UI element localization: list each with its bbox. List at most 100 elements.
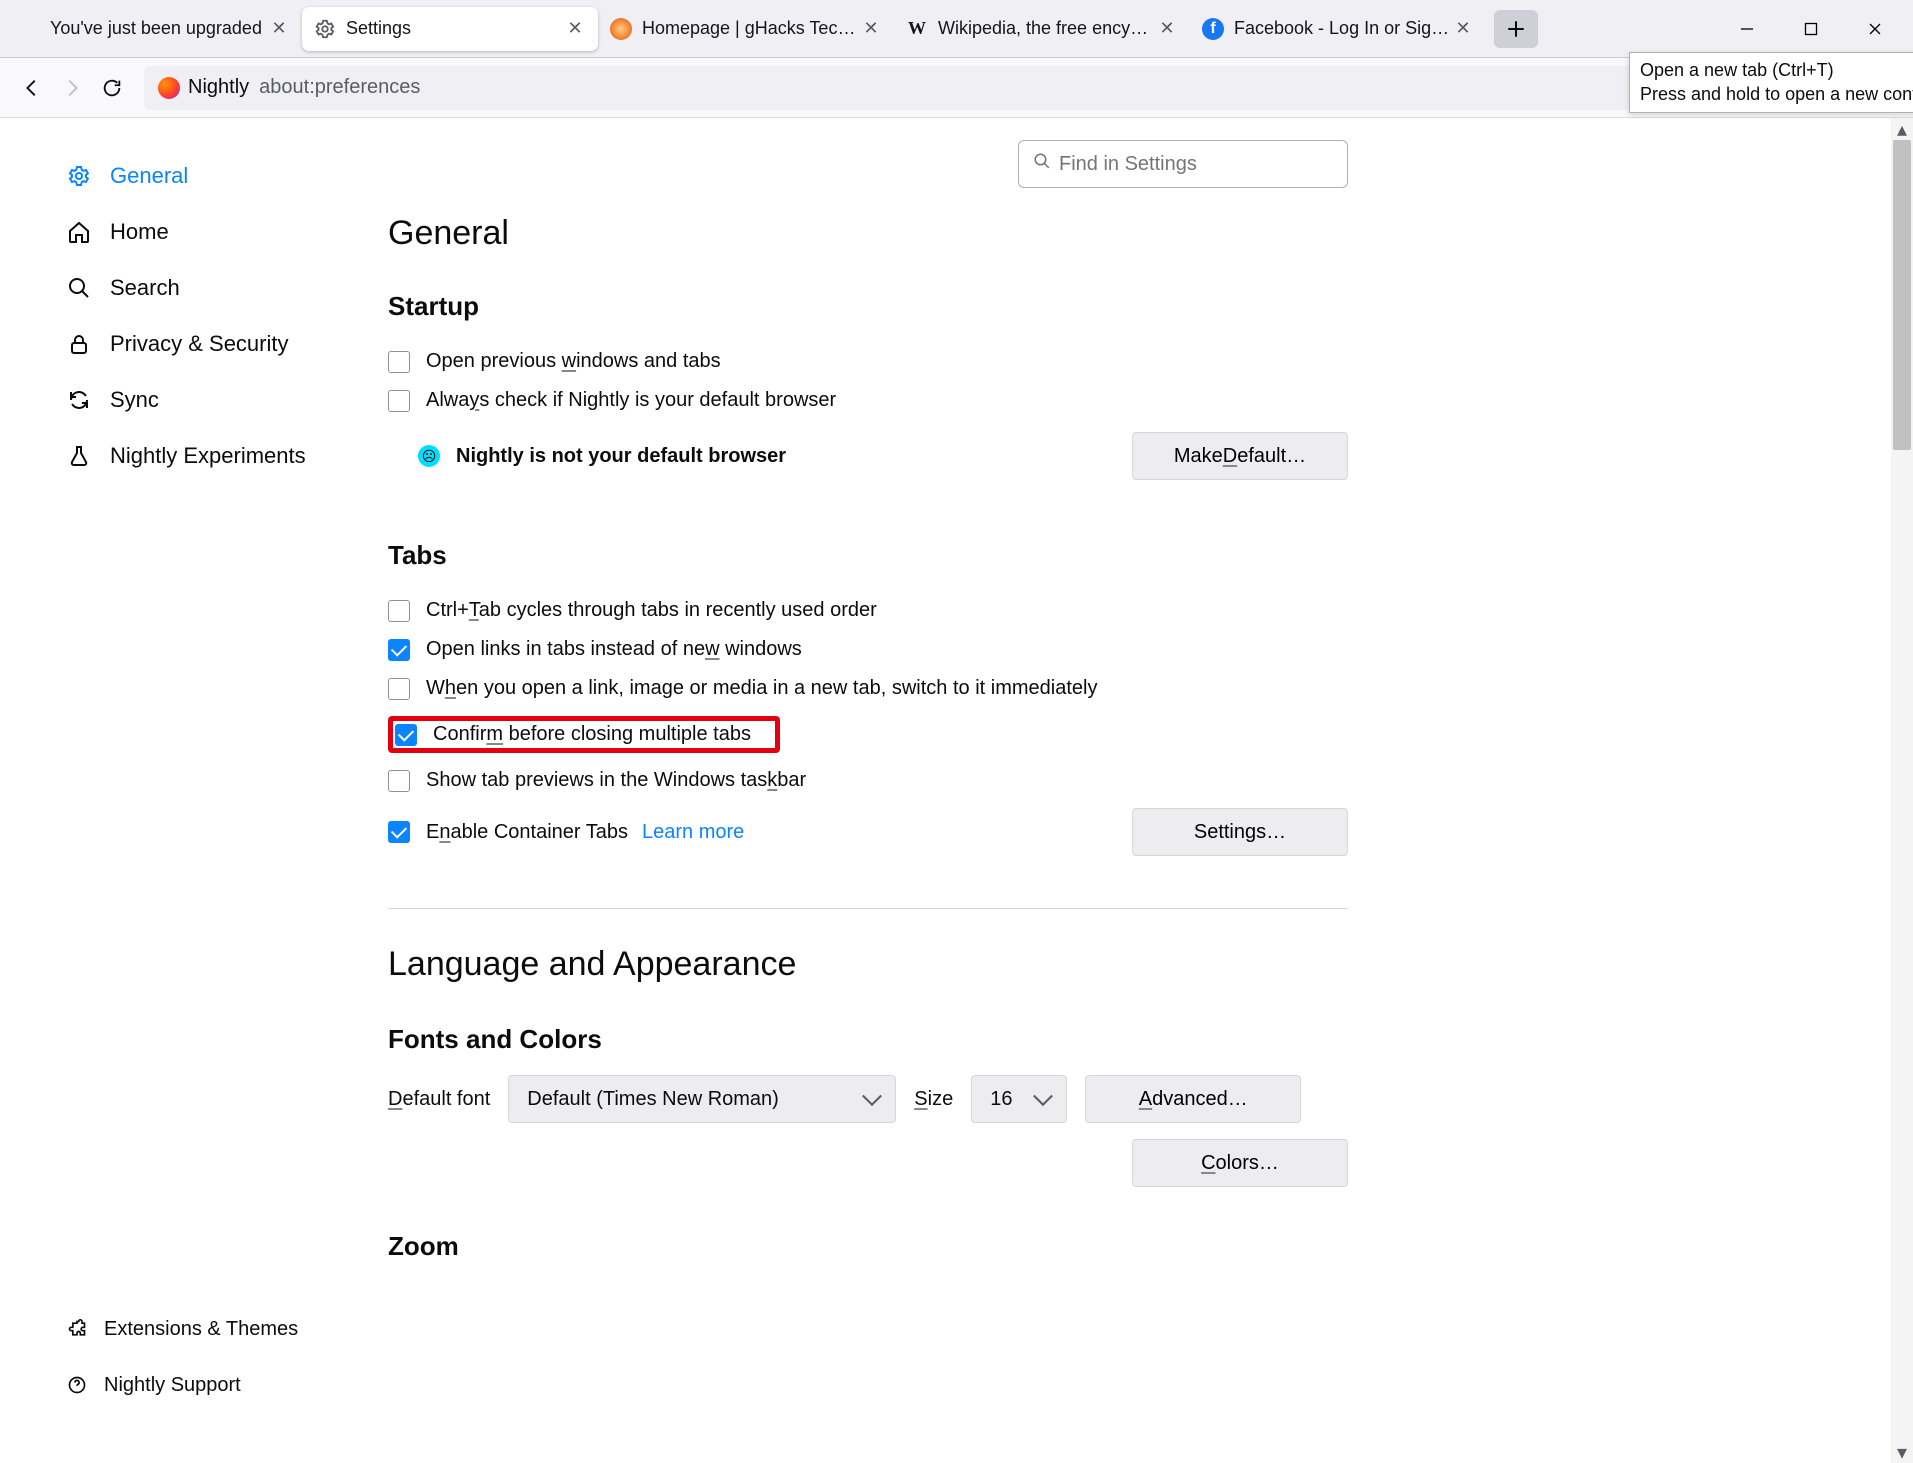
wikipedia-icon: W <box>906 18 928 40</box>
puzzle-icon <box>66 1318 88 1340</box>
close-icon[interactable]: ✕ <box>564 18 586 40</box>
default-font-label: Default font <box>388 1088 490 1111</box>
browser-toolbar: Nightly <box>0 58 1913 118</box>
gear-icon <box>314 18 336 40</box>
scroll-up-arrow[interactable]: ▴ <box>1891 118 1913 140</box>
close-icon[interactable]: ✕ <box>860 18 882 40</box>
sidebar-item-general[interactable]: General <box>56 148 332 204</box>
scroll-thumb[interactable] <box>1893 140 1911 450</box>
sidebar-item-label: Extensions & Themes <box>104 1318 298 1341</box>
checkbox-label[interactable]: Ctrl+Tab cycles through tabs in recently… <box>426 599 877 622</box>
ghacks-icon <box>610 18 632 40</box>
sidebar-item-home[interactable]: Home <box>56 204 332 260</box>
page-title: General <box>388 214 1348 253</box>
colors-button[interactable]: Colors… <box>1132 1139 1348 1187</box>
sidebar-item-search[interactable]: Search <box>56 260 332 316</box>
checkbox-ctrl-tab[interactable] <box>388 600 410 622</box>
close-icon[interactable]: ✕ <box>1452 18 1474 40</box>
checkbox-label[interactable]: Enable Container Tabs <box>426 821 628 844</box>
highlighted-setting: Confirm before closing multiple tabs <box>388 716 780 753</box>
learn-more-link[interactable]: Learn more <box>642 821 744 844</box>
gear-icon <box>66 163 92 189</box>
tab-label: Wikipedia, the free encyclop… <box>938 18 1156 39</box>
tab-upgraded[interactable]: You've just been upgraded ✕ <box>6 7 302 51</box>
size-label: Size <box>914 1088 953 1111</box>
tabs-section: Tabs Ctrl+Tab cycles through tabs in rec… <box>388 540 1348 864</box>
divider <box>388 908 1348 909</box>
checkbox-confirm-close[interactable] <box>395 724 417 746</box>
make-default-button[interactable]: Make Default… <box>1132 432 1348 480</box>
startup-section: Startup Open previous windows and tabs A… <box>388 291 1348 480</box>
url-bar[interactable]: Nightly <box>144 66 1889 110</box>
sidebar-item-privacy[interactable]: Privacy & Security <box>56 316 332 372</box>
help-icon <box>66 1374 88 1396</box>
checkbox-label[interactable]: Open links in tabs instead of new window… <box>426 638 802 661</box>
new-tab-tooltip: Open a new tab (Ctrl+T) Press and hold t… <box>1629 52 1913 113</box>
zoom-heading: Zoom <box>388 1231 1348 1262</box>
sidebar-item-label: General <box>110 163 188 189</box>
sidebar-item-label: Nightly Experiments <box>110 443 306 469</box>
scroll-down-arrow[interactable]: ▾ <box>1891 1441 1913 1463</box>
not-default-text: Nightly is not your default browser <box>456 445 1132 468</box>
find-in-settings[interactable] <box>1018 140 1348 188</box>
section-heading: Fonts and Colors <box>388 1024 1348 1055</box>
tab-label: Facebook - Log In or Sign U… <box>1234 18 1452 39</box>
checkbox-container-tabs[interactable] <box>388 821 410 843</box>
minimize-button[interactable] <box>1715 6 1779 52</box>
checkbox-label[interactable]: Show tab previews in the Windows taskbar <box>426 769 806 792</box>
checkbox-switch-immediately[interactable] <box>388 678 410 700</box>
tab-label: Homepage | gHacks Techno… <box>642 18 860 39</box>
checkbox-taskbar-previews[interactable] <box>388 770 410 792</box>
tab-ghacks[interactable]: Homepage | gHacks Techno… ✕ <box>598 7 894 51</box>
settings-content: General Startup Open previous windows an… <box>352 118 1913 1463</box>
forward-button[interactable] <box>52 68 92 108</box>
sad-face-icon: ☹ <box>418 445 440 467</box>
checkbox-label[interactable]: Always check if Nightly is your default … <box>426 389 836 412</box>
checkbox-open-previous[interactable] <box>388 351 410 373</box>
url-input[interactable] <box>259 76 1853 99</box>
settings-page: General Home Search Privacy & Security S… <box>0 118 1913 1463</box>
tab-label: Settings <box>346 18 564 39</box>
checkbox-open-links-tabs[interactable] <box>388 639 410 661</box>
home-icon <box>66 219 92 245</box>
new-tab-button[interactable] <box>1494 10 1538 48</box>
tab-settings[interactable]: Settings ✕ <box>302 7 598 51</box>
firefox-icon <box>18 18 40 40</box>
sidebar-item-sync[interactable]: Sync <box>56 372 332 428</box>
settings-sidebar: General Home Search Privacy & Security S… <box>0 118 352 1463</box>
sync-icon <box>66 387 92 413</box>
default-font-select[interactable]: Default (Times New Roman) <box>508 1075 896 1123</box>
vertical-scrollbar[interactable]: ▴ ▾ <box>1891 118 1913 1463</box>
identity-box[interactable]: Nightly <box>158 76 249 99</box>
checkbox-label[interactable]: When you open a link, image or media in … <box>426 677 1097 700</box>
tab-facebook[interactable]: f Facebook - Log In or Sign U… ✕ <box>1190 7 1486 51</box>
checkbox-label[interactable]: Confirm before closing multiple tabs <box>433 723 751 746</box>
scroll-track[interactable] <box>1891 140 1913 1441</box>
sidebar-item-label: Sync <box>110 387 159 413</box>
back-button[interactable] <box>12 68 52 108</box>
tab-label: You've just been upgraded <box>50 18 268 39</box>
language-appearance-title: Language and Appearance <box>388 945 1348 984</box>
facebook-icon: f <box>1202 18 1224 40</box>
close-icon[interactable]: ✕ <box>268 18 290 40</box>
sidebar-footer-support[interactable]: Nightly Support <box>56 1357 332 1413</box>
maximize-button[interactable] <box>1779 6 1843 52</box>
lock-icon <box>66 331 92 357</box>
font-size-select[interactable]: 16 <box>971 1075 1067 1123</box>
find-input[interactable] <box>1059 153 1333 176</box>
fonts-section: Fonts and Colors Default font Default (T… <box>388 1024 1348 1187</box>
sidebar-item-experiments[interactable]: Nightly Experiments <box>56 428 332 484</box>
browser-tab-bar: You've just been upgraded ✕ Settings ✕ H… <box>0 0 1913 58</box>
tab-wikipedia[interactable]: W Wikipedia, the free encyclop… ✕ <box>894 7 1190 51</box>
close-icon[interactable]: ✕ <box>1156 18 1178 40</box>
container-settings-button[interactable]: Settings… <box>1132 808 1348 856</box>
sidebar-item-label: Search <box>110 275 180 301</box>
reload-button[interactable] <box>92 68 132 108</box>
section-heading: Tabs <box>388 540 1348 571</box>
window-controls <box>1715 6 1907 52</box>
checkbox-label[interactable]: Open previous windows and tabs <box>426 350 721 373</box>
advanced-fonts-button[interactable]: Advanced… <box>1085 1075 1301 1123</box>
sidebar-footer-extensions[interactable]: Extensions & Themes <box>56 1301 332 1357</box>
checkbox-default-check[interactable] <box>388 390 410 412</box>
close-window-button[interactable] <box>1843 6 1907 52</box>
